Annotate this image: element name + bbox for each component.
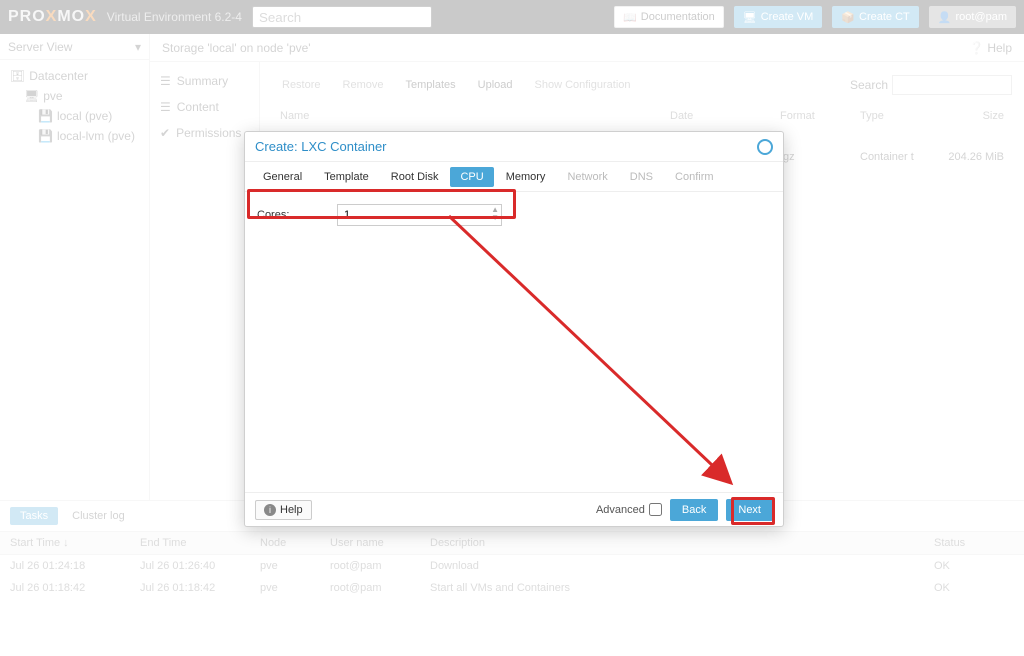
- tab-confirm: Confirm: [665, 167, 724, 187]
- tab-cpu[interactable]: CPU: [450, 167, 493, 187]
- tab-dns: DNS: [620, 167, 663, 187]
- spinner-icon[interactable]: ▲▼: [491, 206, 499, 222]
- dialog-header: Create: LXC Container: [245, 132, 783, 162]
- cores-row: Cores: ▲▼: [257, 202, 771, 228]
- advanced-toggle[interactable]: Advanced: [596, 503, 662, 516]
- cores-field[interactable]: ▲▼: [337, 204, 502, 226]
- next-button[interactable]: Next: [726, 499, 773, 521]
- wizard-tabs: General Template Root Disk CPU Memory Ne…: [245, 162, 783, 192]
- tab-rootdisk[interactable]: Root Disk: [381, 167, 449, 187]
- advanced-checkbox[interactable]: [649, 503, 662, 516]
- tab-memory[interactable]: Memory: [496, 167, 556, 187]
- cores-label: Cores:: [257, 209, 329, 221]
- dialog-body: Cores: ▲▼: [245, 192, 783, 492]
- dialog-footer: iHelp Advanced Back Next: [245, 492, 783, 526]
- tab-general[interactable]: General: [253, 167, 312, 187]
- help-button[interactable]: iHelp: [255, 500, 312, 520]
- dialog-title: Create: LXC Container: [255, 139, 387, 154]
- create-ct-dialog: Create: LXC Container General Template R…: [244, 131, 784, 527]
- back-button[interactable]: Back: [670, 499, 718, 521]
- tab-network: Network: [557, 167, 617, 187]
- cores-input[interactable]: [337, 204, 502, 226]
- tab-template[interactable]: Template: [314, 167, 379, 187]
- close-icon[interactable]: [757, 139, 773, 155]
